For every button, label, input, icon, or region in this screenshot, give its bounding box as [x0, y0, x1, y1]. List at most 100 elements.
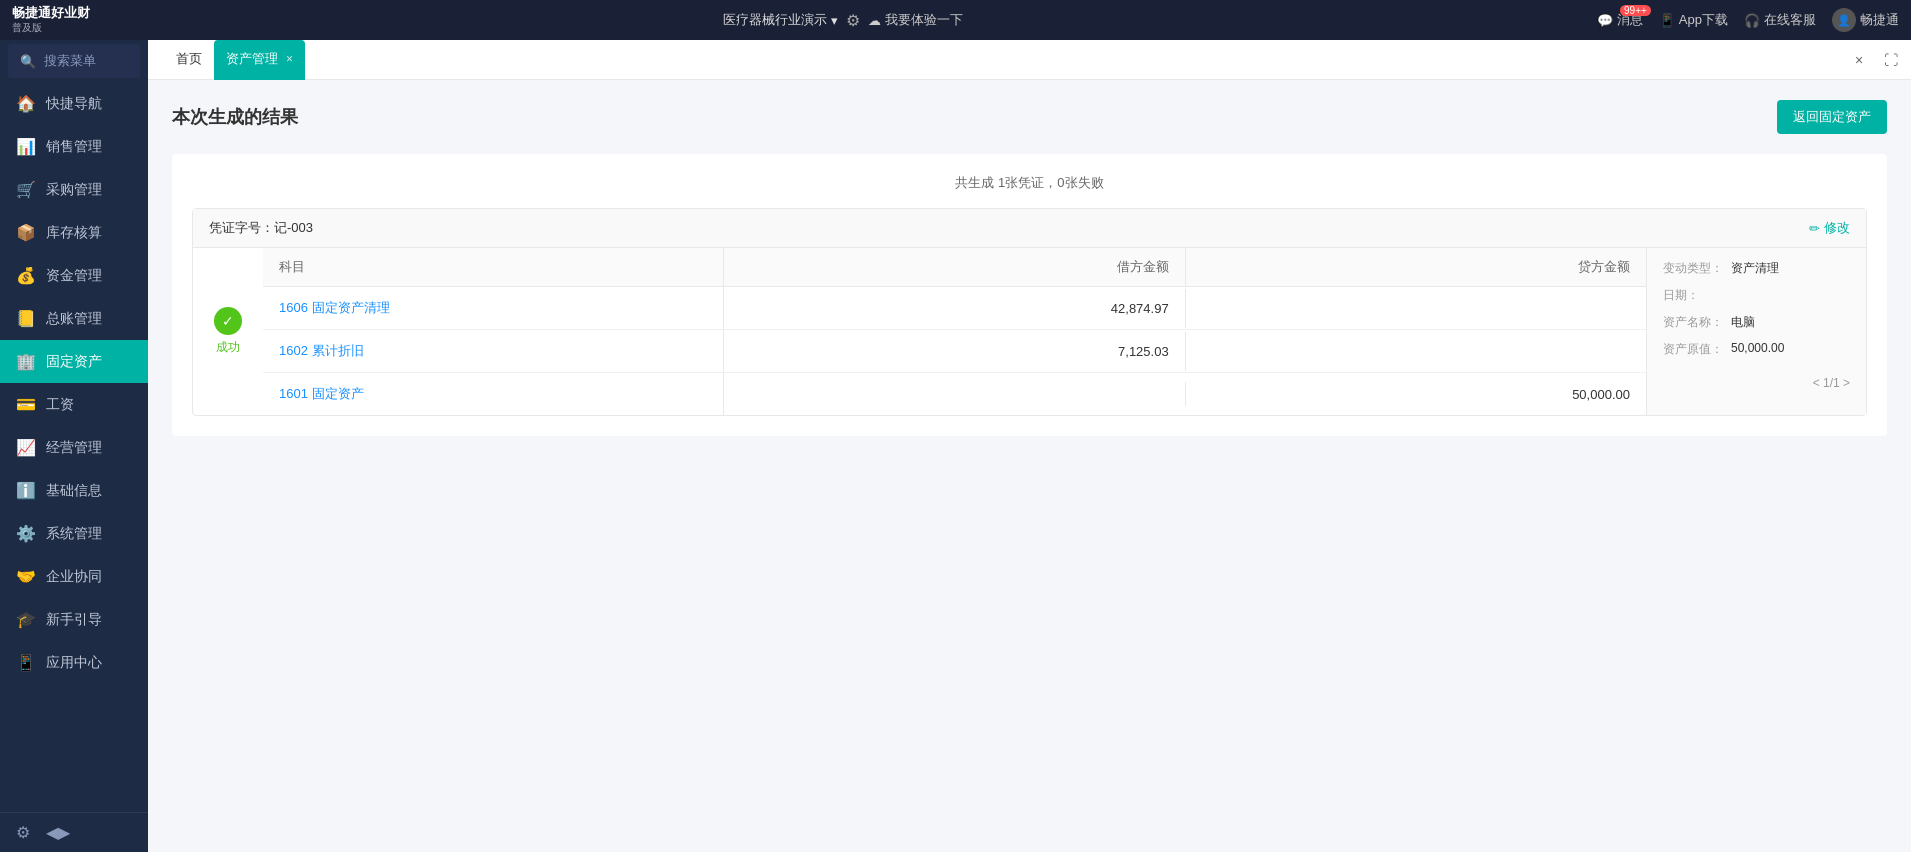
success-indicator: ✓ 成功 [193, 248, 263, 415]
search-menu-button[interactable]: 🔍 搜索菜单 [8, 44, 140, 78]
side-info-panel: 变动类型： 资产清理 日期： 资产名称： 电脑 [1646, 248, 1866, 415]
system-icon: ⚙️ [16, 524, 36, 543]
row3-subject[interactable]: 1601 固定资产 [263, 373, 724, 415]
download-icon: 📱 [1659, 13, 1675, 28]
message-icon: 💬 [1597, 13, 1613, 28]
sidebar-item-basics[interactable]: ℹ️ 基础信息 [0, 469, 148, 512]
pagination[interactable]: < 1/1 > [1663, 368, 1850, 390]
info-date: 日期： [1663, 287, 1850, 304]
app-download-label: App下载 [1679, 11, 1728, 29]
purchase-icon: 🛒 [16, 180, 36, 199]
sidebar: 🔍 搜索菜单 🏠 快捷导航 📊 销售管理 🛒 采购管理 📦 库存核算 💰 资金管… [0, 40, 148, 852]
user-area[interactable]: 👤 畅捷通 [1832, 8, 1899, 32]
page-title: 本次生成的结果 [172, 105, 298, 129]
table-header: 科目 借方金额 贷方金额 [263, 248, 1646, 287]
sidebar-item-payroll[interactable]: 💳 工资 [0, 383, 148, 426]
sidebar-item-label: 系统管理 [46, 525, 102, 543]
close-window-button[interactable]: × [1847, 48, 1871, 72]
col-header-subject: 科目 [263, 248, 724, 286]
tab-close-icon[interactable]: × [286, 52, 293, 66]
row2-credit [1186, 339, 1646, 363]
sidebar-item-ledger[interactable]: 📒 总账管理 [0, 297, 148, 340]
voucher-header: 凭证字号：记-003 ✏ 修改 [193, 209, 1866, 248]
sidebar-item-capital[interactable]: 💰 资金管理 [0, 254, 148, 297]
sidebar-item-purchase[interactable]: 🛒 采购管理 [0, 168, 148, 211]
tab-asset-mgmt-label: 资产管理 [226, 50, 278, 68]
return-button[interactable]: 返回固定资产 [1777, 100, 1887, 134]
experience-button[interactable]: ☁ 我要体验一下 [868, 11, 963, 29]
app-center-icon: 📱 [16, 653, 36, 672]
voucher-block: 凭证字号：记-003 ✏ 修改 ✓ 成功 [192, 208, 1867, 416]
page-content: 本次生成的结果 返回固定资产 共生成 1张凭证，0张失败 凭证字号：记-003 … [148, 80, 1911, 852]
app-download-button[interactable]: 📱 App下载 [1659, 11, 1728, 29]
sidebar-item-label: 新手引导 [46, 611, 102, 629]
top-header: 畅捷通好业财 普及版 医疗器械行业演示 ▾ ⚙ ☁ 我要体验一下 💬 消息 99… [0, 0, 1911, 40]
messages-button[interactable]: 💬 消息 99+ [1597, 11, 1643, 29]
success-circle: ✓ [214, 307, 242, 335]
asset-value-value: 50,000.00 [1731, 341, 1784, 358]
tab-home[interactable]: 首页 [164, 40, 214, 80]
row1-subject[interactable]: 1606 固定资产清理 [263, 287, 724, 329]
sidebar-item-sales[interactable]: 📊 销售管理 [0, 125, 148, 168]
payroll-icon: 💳 [16, 395, 36, 414]
enterprise-icon: 🤝 [16, 567, 36, 586]
capital-icon: 💰 [16, 266, 36, 285]
settings-icon[interactable]: ⚙ [846, 11, 860, 30]
cloud-icon: ☁ [868, 13, 881, 28]
search-icon: 🔍 [20, 54, 36, 69]
app-edition: 普及版 [12, 21, 90, 35]
newbie-icon: 🎓 [16, 610, 36, 629]
table-row: 1602 累计折旧 7,125.03 [263, 330, 1646, 373]
sidebar-item-app-center[interactable]: 📱 应用中心 [0, 641, 148, 684]
avatar: 👤 [1832, 8, 1856, 32]
voucher-body: ✓ 成功 科目 借方金额 贷方金额 1606 固定资产清理 [193, 248, 1866, 415]
sidebar-item-label: 总账管理 [46, 310, 102, 328]
success-text: 成功 [216, 339, 240, 356]
change-type-value: 资产清理 [1731, 260, 1779, 277]
expand-window-button[interactable]: ⛶ [1879, 48, 1903, 72]
asset-name-label: 资产名称： [1663, 314, 1723, 331]
settings-bottom-icon[interactable]: ⚙ [16, 823, 30, 842]
inventory-icon: 📦 [16, 223, 36, 242]
operations-icon: 📈 [16, 438, 36, 457]
sidebar-item-newbie[interactable]: 🎓 新手引导 [0, 598, 148, 641]
sidebar-item-enterprise[interactable]: 🤝 企业协同 [0, 555, 148, 598]
sidebar-item-quick-nav[interactable]: 🏠 快捷导航 [0, 82, 148, 125]
page-title-row: 本次生成的结果 返回固定资产 [172, 100, 1887, 134]
sidebar-item-operations[interactable]: 📈 经营管理 [0, 426, 148, 469]
company-selector[interactable]: 医疗器械行业演示 ▾ [723, 11, 838, 29]
headset-icon: 🎧 [1744, 13, 1760, 28]
content-area: 首页 资产管理 × × ⛶ 本次生成的结果 返回固定资产 共生成 1张凭证，0张… [148, 40, 1911, 852]
chevron-down-icon: ▾ [831, 13, 838, 28]
tab-home-label: 首页 [176, 50, 202, 68]
header-right: 💬 消息 99+ 📱 App下载 🎧 在线客服 👤 畅捷通 [1597, 8, 1899, 32]
sidebar-bottom: ⚙ ◀▶ [0, 812, 148, 852]
row3-debit [724, 382, 1185, 406]
collapse-icon[interactable]: ◀▶ [46, 823, 70, 842]
sidebar-item-label: 销售管理 [46, 138, 102, 156]
col-header-debit: 借方金额 [724, 248, 1185, 286]
sidebar-item-fixed-assets[interactable]: 🏢 固定资产 [0, 340, 148, 383]
sidebar-item-inventory[interactable]: 📦 库存核算 [0, 211, 148, 254]
app-name: 畅捷通好业财 [12, 5, 90, 21]
sidebar-item-label: 经营管理 [46, 439, 102, 457]
row2-subject[interactable]: 1602 累计折旧 [263, 330, 724, 372]
sidebar-item-label: 资金管理 [46, 267, 102, 285]
table-row: 1601 固定资产 50,000.00 [263, 373, 1646, 415]
sidebar-item-label: 固定资产 [46, 353, 102, 371]
sidebar-item-label: 库存核算 [46, 224, 102, 242]
tab-asset-mgmt[interactable]: 资产管理 × [214, 40, 305, 80]
fixed-assets-icon: 🏢 [16, 352, 36, 371]
basics-icon: ℹ️ [16, 481, 36, 500]
sidebar-item-system[interactable]: ⚙️ 系统管理 [0, 512, 148, 555]
info-change-type: 变动类型： 资产清理 [1663, 260, 1850, 277]
asset-name-value: 电脑 [1731, 314, 1755, 331]
online-support-button[interactable]: 🎧 在线客服 [1744, 11, 1816, 29]
sidebar-item-label: 企业协同 [46, 568, 102, 586]
sidebar-item-label: 基础信息 [46, 482, 102, 500]
col-header-credit: 贷方金额 [1186, 248, 1646, 286]
edit-button[interactable]: ✏ 修改 [1809, 219, 1850, 237]
sidebar-item-label: 采购管理 [46, 181, 102, 199]
sidebar-item-label: 应用中心 [46, 654, 102, 672]
search-menu-label: 搜索菜单 [44, 52, 96, 70]
